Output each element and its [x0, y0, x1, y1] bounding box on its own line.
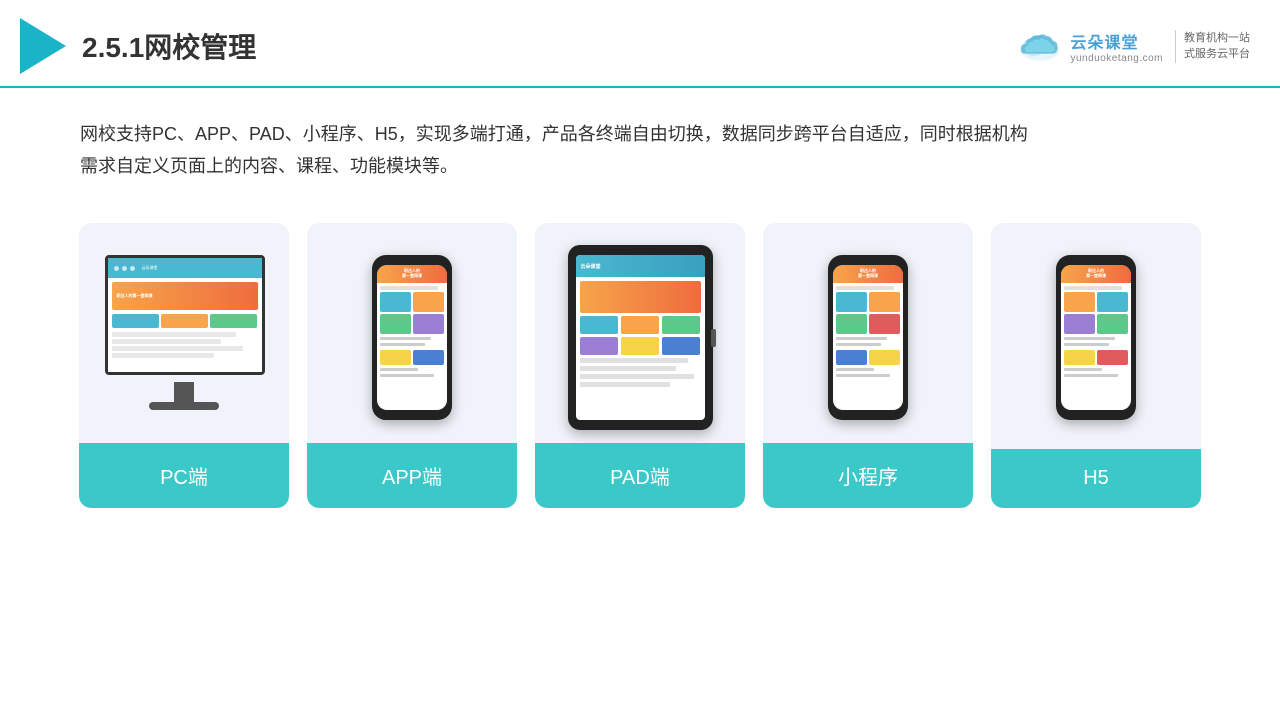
phone-mockup-miniapp: 职达人的第一堂网课 [828, 255, 908, 420]
cloud-icon [1016, 28, 1064, 64]
card-h5: 职达人的第一堂网课 [991, 223, 1201, 508]
card-miniapp-image: 职达人的第一堂网课 [763, 223, 973, 443]
card-miniapp-label: 小程序 [763, 443, 973, 508]
page-header: 2.5.1网校管理 云朵课堂 yunduoketang.com 教育机构一站式服… [0, 0, 1280, 88]
card-app-label: APP端 [307, 443, 517, 508]
card-h5-label: H5 [991, 449, 1201, 508]
card-pad-image: 云朵课堂 [535, 223, 745, 443]
tablet-mockup: 云朵课堂 [568, 245, 713, 430]
brand-name: 云朵课堂 [1070, 29, 1138, 53]
platform-cards: 云朵课堂 职达人的第一堂网课 [0, 203, 1280, 508]
card-pad-label: PAD端 [535, 443, 745, 508]
card-pc: 云朵课堂 职达人的第一堂网课 [79, 223, 289, 508]
brand-text: 云朵课堂 yunduoketang.com [1070, 29, 1163, 64]
card-miniapp: 职达人的第一堂网课 [763, 223, 973, 508]
page-title: 2.5.1网校管理 [82, 26, 256, 66]
phone-mockup-app: 职达人的第一堂网课 [372, 255, 452, 420]
card-pad: 云朵课堂 [535, 223, 745, 508]
description-section: 网校支持PC、APP、PAD、小程序、H5，实现多端打通，产品各终端自由切换，数… [0, 88, 1280, 203]
header-left: 2.5.1网校管理 [20, 18, 256, 74]
logo-triangle-icon [20, 18, 66, 74]
card-pc-label: PC端 [79, 443, 289, 508]
description-text: 网校支持PC、APP、PAD、小程序、H5，实现多端打通，产品各终端自由切换，数… [80, 118, 1200, 183]
card-app: 职达人的第一堂网课 [307, 223, 517, 508]
brand-slogan: 教育机构一站式服务云平台 [1175, 30, 1250, 63]
pc-monitor-mockup: 云朵课堂 职达人的第一堂网课 [97, 255, 272, 420]
card-pc-image: 云朵课堂 职达人的第一堂网课 [79, 223, 289, 443]
phone-mockup-h5: 职达人的第一堂网课 [1056, 255, 1136, 420]
card-h5-image: 职达人的第一堂网课 [991, 223, 1201, 443]
card-app-image: 职达人的第一堂网课 [307, 223, 517, 443]
brand-logo: 云朵课堂 yunduoketang.com 教育机构一站式服务云平台 [1016, 28, 1250, 64]
brand-domain: yunduoketang.com [1070, 53, 1163, 64]
